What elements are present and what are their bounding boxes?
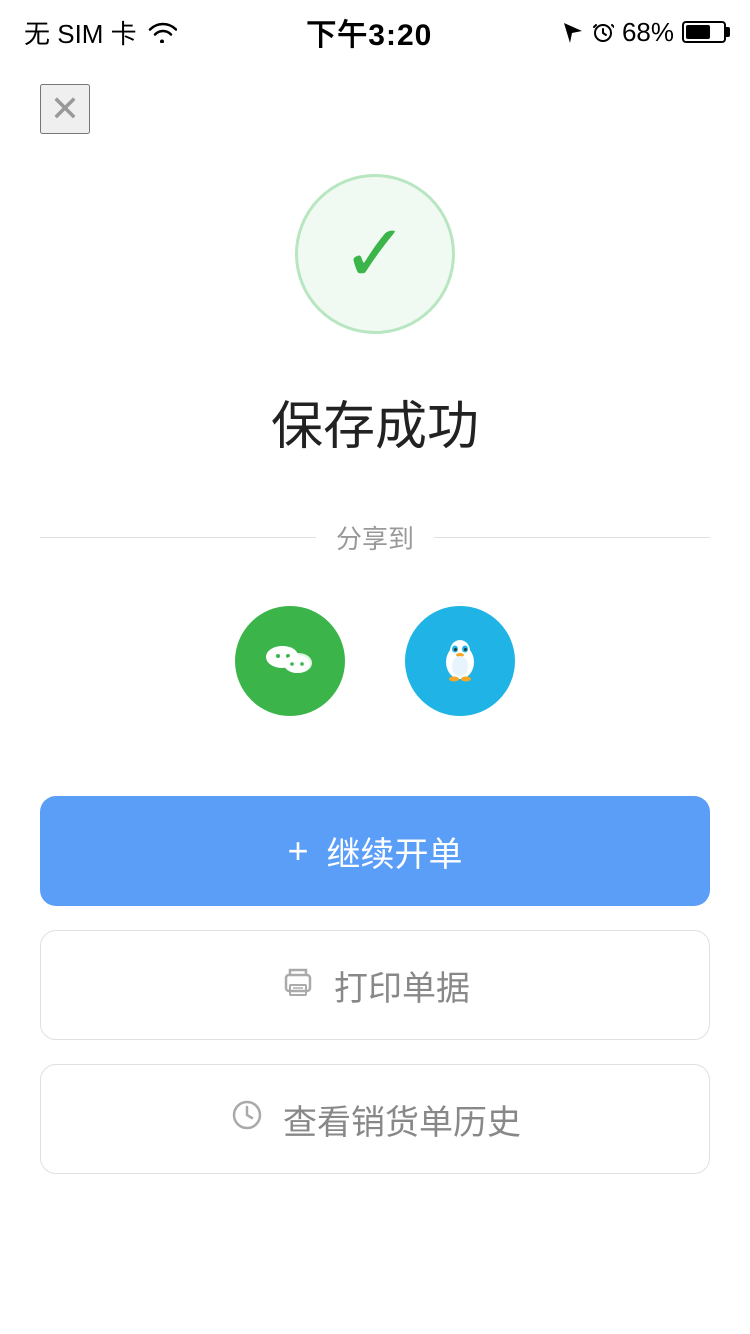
- clock-icon: [229, 1097, 265, 1142]
- action-buttons: + 继续开单 打印单据: [40, 796, 710, 1174]
- continue-order-button[interactable]: + 继续开单: [40, 796, 710, 906]
- divider-right: [434, 537, 710, 538]
- success-icon-circle: ✓: [295, 174, 455, 334]
- success-title: 保存成功: [271, 384, 479, 459]
- wechat-share-button[interactable]: [235, 606, 345, 716]
- view-history-button[interactable]: 查看销货单历史: [40, 1064, 710, 1174]
- qq-icon: [428, 629, 492, 693]
- status-time: 下午3:20: [306, 10, 432, 54]
- continue-order-label: 继续开单: [327, 827, 463, 876]
- share-icons-row: [235, 606, 515, 716]
- print-receipt-label: 打印单据: [334, 961, 470, 1010]
- print-receipt-button[interactable]: 打印单据: [40, 930, 710, 1040]
- status-bar: 无 SIM 卡 下午3:20 68%: [0, 0, 750, 64]
- view-history-label: 查看销货单历史: [283, 1095, 521, 1144]
- close-button[interactable]: ✕: [40, 84, 90, 134]
- printer-icon: [280, 963, 316, 1008]
- printer-svg: [280, 963, 316, 999]
- location-arrow-icon: [562, 21, 584, 43]
- share-divider: 分享到: [40, 519, 710, 556]
- alarm-clock-icon: [592, 21, 614, 43]
- sim-status: 无 SIM 卡: [24, 14, 137, 51]
- qq-share-button[interactable]: [405, 606, 515, 716]
- clock-svg: [229, 1097, 265, 1133]
- divider-left: [40, 537, 316, 538]
- battery-percentage: 68%: [622, 17, 674, 48]
- wechat-icon: [258, 629, 322, 693]
- main-content: ✕ ✓ 保存成功 分享到: [0, 64, 750, 1214]
- battery-icon: [682, 21, 726, 43]
- close-icon: ✕: [50, 91, 80, 127]
- status-right: 68%: [562, 17, 726, 48]
- plus-icon: +: [287, 830, 308, 872]
- wifi-icon: [147, 21, 177, 43]
- share-to-label: 分享到: [336, 519, 414, 556]
- status-left: 无 SIM 卡: [24, 14, 177, 51]
- checkmark-icon: ✓: [341, 214, 408, 294]
